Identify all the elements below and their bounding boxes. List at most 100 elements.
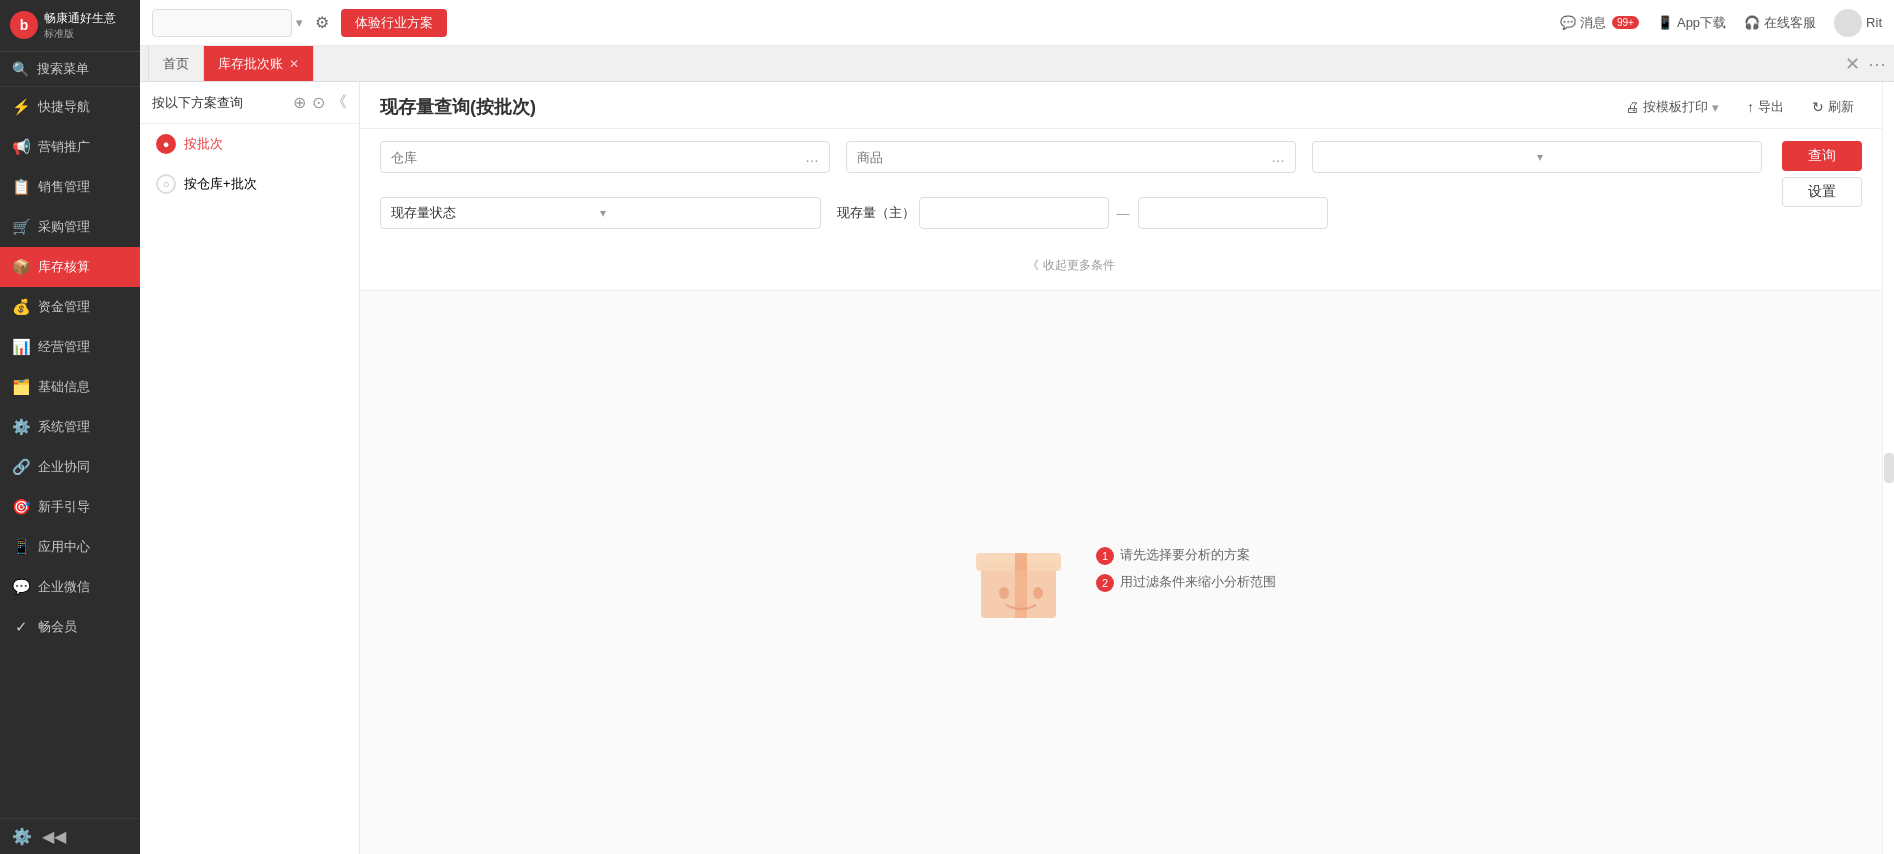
status-filter[interactable]: ▾ [1312,141,1762,173]
empty-step-2: 2 用过滤条件来缩小分析范围 [1096,573,1276,592]
purchase-icon: 🛒 [12,218,30,236]
finance-icon: 💰 [12,298,30,316]
user-avatar-item[interactable]: Rit [1834,9,1882,37]
sidebar-item-newbie[interactable]: 🎯 新手引导 [0,487,140,527]
empty-text: 1 请先选择要分析的方案 2 用过滤条件来缩小分析范围 [1096,546,1276,600]
print-btn[interactable]: 🖨 按模板打印 ▾ [1617,94,1727,120]
operations-icon: 📊 [12,338,30,356]
tab-close-icon[interactable]: ✕ [289,57,299,71]
scheme-item-warehouse-batch[interactable]: ○ 按仓库+批次 [140,164,359,204]
collapse-btn[interactable]: 《 收起更多条件 [380,253,1762,278]
svg-rect-3 [1015,571,1027,618]
service-icon: 🎧 [1744,15,1760,30]
scheme-header: 按以下方案查询 ⊕ ⊙ 《 [140,82,359,124]
goods-input[interactable] [857,150,1267,165]
search-icon: 🔍 [12,61,29,77]
sidebar-item-sales[interactable]: 📋 销售管理 [0,167,140,207]
qty-min-input[interactable] [930,206,1098,221]
sidebar-item-finance[interactable]: 💰 资金管理 [0,287,140,327]
collapse-up-icon: 《 [1027,257,1039,274]
right-toggle[interactable] [1884,453,1894,483]
app-download-item[interactable]: 📱 App下载 [1657,14,1726,32]
collapse-scheme-icon[interactable]: 《 [331,92,347,113]
expand-icon[interactable]: ⋯ [1868,53,1886,75]
sidebar-item-marketing[interactable]: 📢 营销推广 [0,127,140,167]
sidebar-item-operations[interactable]: 📊 经营管理 [0,327,140,367]
query-button[interactable]: 查询 [1782,141,1862,171]
print-icon: 🖨 [1625,99,1639,115]
goods-more-icon[interactable]: … [1271,149,1285,165]
tab-inventory-batch[interactable]: 库存批次账 ✕ [204,46,314,81]
action-buttons: 查询 设置 [1782,141,1862,207]
print-dropdown-icon[interactable]: ▾ [1712,100,1719,115]
refresh-btn[interactable]: ↻ 刷新 [1804,94,1862,120]
scheme-active-dot: ● [156,134,176,154]
export-icon: ↑ [1747,99,1754,115]
scheme-item-batch[interactable]: ● 按批次 [140,124,359,164]
topbar-gear-icon[interactable]: ⚙ [315,13,329,32]
status-dropdown-icon[interactable]: ▾ [1537,150,1751,164]
sidebar-search[interactable]: 🔍 搜索菜单 [0,52,140,87]
logo-text: 畅康通好生意 标准版 [44,10,116,41]
message-item[interactable]: 💬 消息 99+ [1560,14,1639,32]
warehouse-filter[interactable]: … [380,141,830,173]
wechat-icon: 💬 [12,578,30,596]
sidebar-item-purchase[interactable]: 🛒 采购管理 [0,207,140,247]
content-area: 按以下方案查询 ⊕ ⊙ 《 ● 按批次 ○ 按仓库+批次 现存量查询(按批次) [140,82,1894,854]
sidebar-item-basic[interactable]: 🗂️ 基础信息 [0,367,140,407]
scheme-settings-icon[interactable]: ⊙ [312,93,325,112]
empty-illustration [966,523,1066,623]
collapse-icon[interactable]: ◀◀ [42,827,66,846]
settings-icon[interactable]: ⚙️ [12,827,32,846]
panel-close-area: ✕ ⋯ [1845,53,1886,75]
empty-state: 1 请先选择要分析的方案 2 用过滤条件来缩小分析范围 [360,291,1882,854]
add-scheme-icon[interactable]: ⊕ [293,93,306,112]
export-btn[interactable]: ↑ 导出 [1739,94,1792,120]
sidebar-item-apps[interactable]: 📱 应用中心 [0,527,140,567]
online-service-item[interactable]: 🎧 在线客服 [1744,14,1816,32]
sidebar: b 畅康通好生意 标准版 🔍 搜索菜单 ⚡ 快捷导航 📢 营销推广 📋 销售管理… [0,0,140,854]
download-icon: 📱 [1657,15,1673,30]
logo-icon: b [10,11,38,39]
right-border-panel [1882,82,1894,854]
filter-row-2: 现存量状态 ▾ 现存量（主） — [380,197,1762,229]
close-panel-icon[interactable]: ✕ [1845,53,1860,75]
topbar: ▾ ⚙ 体验行业方案 💬 消息 99+ 📱 App下载 🎧 在线客服 Rit [140,0,1894,46]
experience-btn[interactable]: 体验行业方案 [341,9,447,37]
marketing-icon: 📢 [12,138,30,156]
newbie-icon: 🎯 [12,498,30,516]
topbar-left: ▾ ⚙ 体验行业方案 [152,9,1560,37]
member-icon: ✓ [12,618,30,636]
settings-button[interactable]: 设置 [1782,177,1862,207]
tab-home[interactable]: 首页 [148,46,204,81]
box-svg [966,523,1076,633]
sales-icon: 📋 [12,178,30,196]
stock-status-filter[interactable]: 现存量状态 ▾ [380,197,821,229]
sidebar-item-shortcut[interactable]: ⚡ 快捷导航 [0,87,140,127]
stock-qty-max-input[interactable] [1138,197,1328,229]
shortcut-icon: ⚡ [12,98,30,116]
stock-status-dropdown-icon[interactable]: ▾ [600,206,809,220]
refresh-icon: ↻ [1812,99,1824,115]
sidebar-item-wechat[interactable]: 💬 企业微信 [0,567,140,607]
goods-filter[interactable]: … [846,141,1296,173]
filter-section: … … ▾ [360,129,1882,291]
sidebar-item-enterprise[interactable]: 🔗 企业协同 [0,447,140,487]
scheme-inactive-dot: ○ [156,174,176,194]
qty-max-input[interactable] [1149,206,1317,221]
empty-step-1: 1 请先选择要分析的方案 [1096,546,1276,565]
filter-row-1: … … ▾ [380,141,1762,173]
sidebar-item-member[interactable]: ✓ 畅会员 [0,607,140,647]
warehouse-more-icon[interactable]: … [805,149,819,165]
svg-point-5 [1033,587,1043,599]
scheme-panel: 按以下方案查询 ⊕ ⊙ 《 ● 按批次 ○ 按仓库+批次 [140,82,360,854]
sidebar-item-system[interactable]: ⚙️ 系统管理 [0,407,140,447]
topbar-search-input[interactable] [152,9,292,37]
stock-qty-min-input[interactable] [919,197,1109,229]
svg-point-4 [999,587,1009,599]
topbar-dropdown-icon[interactable]: ▾ [296,15,303,30]
sidebar-item-inventory[interactable]: 📦 库存核算 [0,247,140,287]
query-title: 现存量查询(按批次) [380,95,1617,119]
warehouse-input[interactable] [391,150,801,165]
message-icon: 💬 [1560,15,1576,30]
